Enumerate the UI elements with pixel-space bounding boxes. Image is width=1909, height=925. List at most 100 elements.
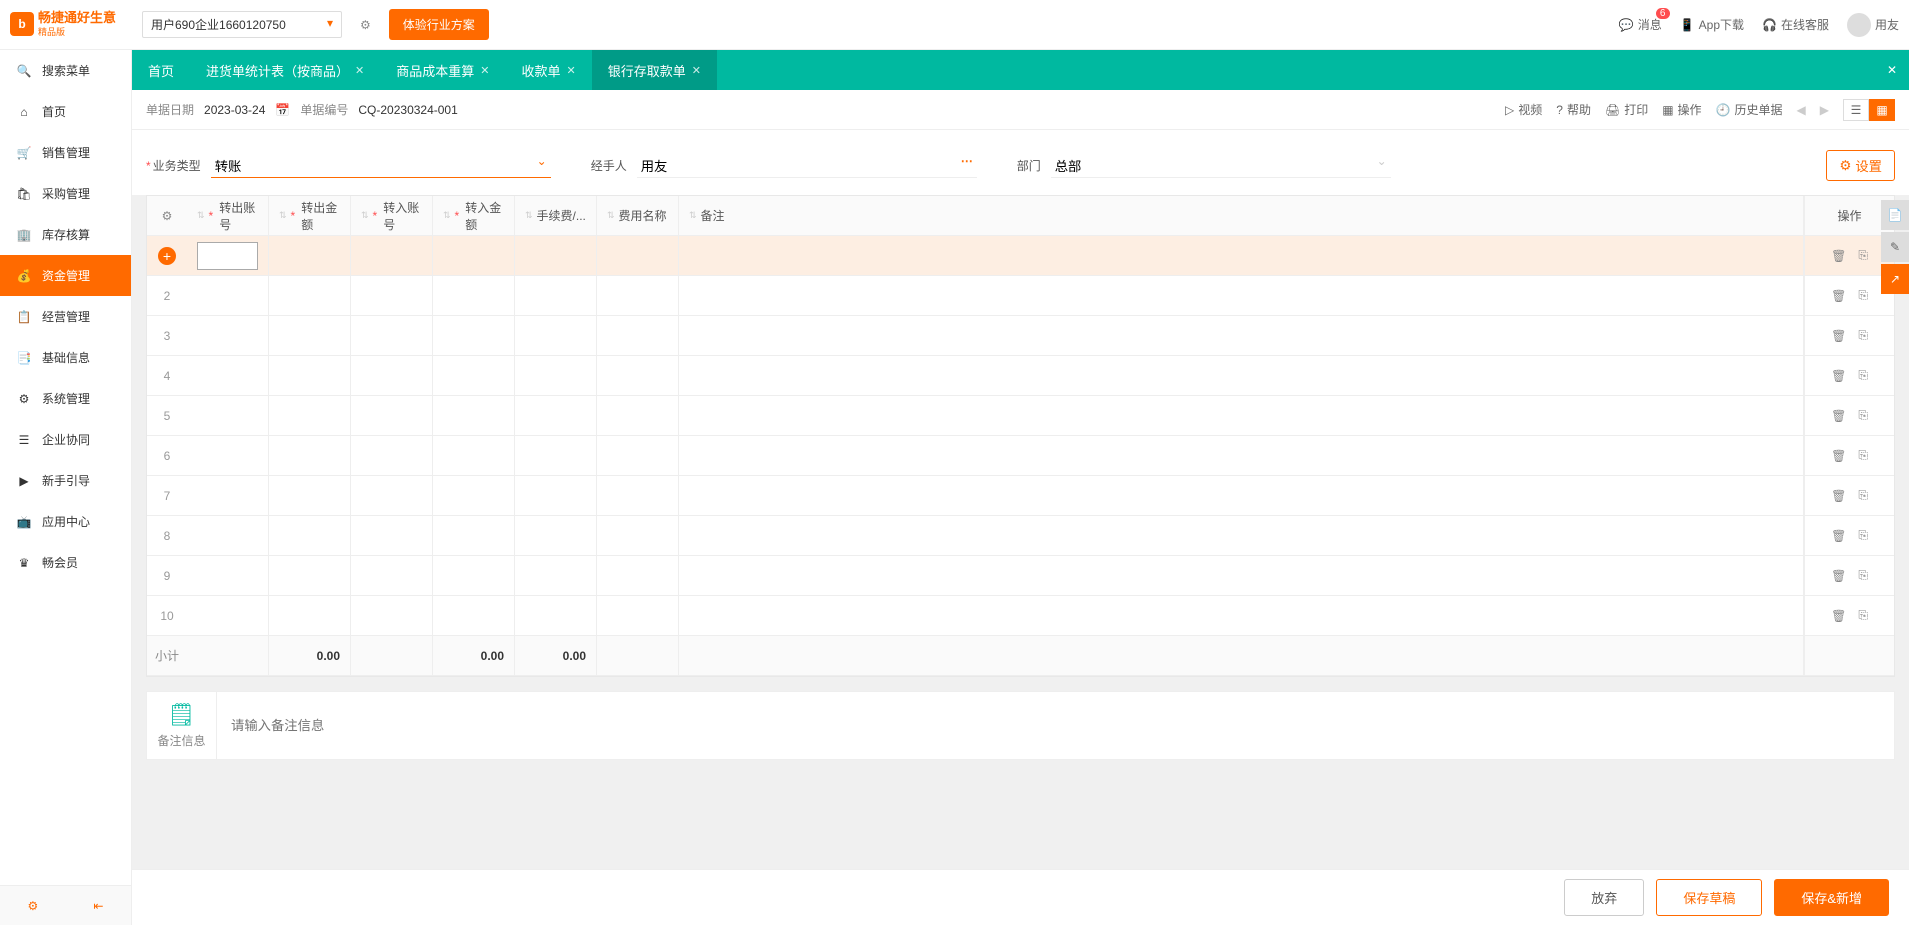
- table-cell[interactable]: [269, 516, 351, 555]
- table-cell[interactable]: [515, 276, 597, 315]
- table-cell[interactable]: [187, 476, 269, 515]
- table-cell[interactable]: [187, 596, 269, 635]
- prev-doc-icon[interactable]: ◀: [1797, 103, 1806, 117]
- table-cell[interactable]: [433, 356, 515, 395]
- table-cell[interactable]: [187, 276, 269, 315]
- table-cell[interactable]: [433, 476, 515, 515]
- rownum-1[interactable]: +: [147, 236, 187, 276]
- table-cell[interactable]: [187, 236, 269, 275]
- table-row[interactable]: [187, 596, 1804, 636]
- column-header-5[interactable]: ⇅费用名称: [597, 196, 679, 235]
- table-cell[interactable]: [187, 396, 269, 435]
- float-item-3[interactable]: ↗: [1881, 264, 1909, 294]
- table-cell[interactable]: [597, 516, 679, 555]
- rownum-5[interactable]: 5: [147, 396, 187, 436]
- video-action[interactable]: ▷视频: [1505, 101, 1542, 118]
- table-row[interactable]: [187, 476, 1804, 516]
- list-view-button[interactable]: ☰: [1843, 99, 1869, 121]
- table-row[interactable]: [187, 436, 1804, 476]
- rownum-2[interactable]: 2: [147, 276, 187, 316]
- table-cell[interactable]: [351, 516, 433, 555]
- table-cell[interactable]: [433, 396, 515, 435]
- table-cell[interactable]: [433, 556, 515, 595]
- table-cell[interactable]: [433, 236, 515, 275]
- table-cell[interactable]: [187, 316, 269, 355]
- table-cell[interactable]: [351, 396, 433, 435]
- remark-input[interactable]: [217, 692, 1894, 759]
- active-cell-input[interactable]: [197, 242, 258, 270]
- table-cell[interactable]: [679, 236, 1804, 275]
- table-row[interactable]: [187, 316, 1804, 356]
- help-action[interactable]: ?帮助: [1556, 101, 1591, 118]
- table-cell[interactable]: [597, 596, 679, 635]
- user-dropdown[interactable]: 用户690企业1660120750: [142, 11, 342, 38]
- table-cell[interactable]: [351, 316, 433, 355]
- table-cell[interactable]: [515, 316, 597, 355]
- table-row[interactable]: [187, 236, 1804, 276]
- history-action[interactable]: 🕘历史单据: [1716, 101, 1783, 118]
- delete-row-icon[interactable]: 🗑: [1831, 249, 1846, 263]
- operate-action[interactable]: ▦操作: [1662, 101, 1701, 118]
- table-cell[interactable]: [679, 476, 1804, 515]
- calendar-icon[interactable]: 📅: [275, 103, 290, 117]
- sidebar-item-12[interactable]: ♛畅会员: [0, 542, 131, 583]
- close-icon[interactable]: ✕: [480, 64, 489, 77]
- sidebar-item-11[interactable]: 📺应用中心: [0, 501, 131, 542]
- tab-4[interactable]: 银行存取款单✕: [592, 50, 717, 90]
- table-cell[interactable]: [679, 436, 1804, 475]
- sidebar-item-0[interactable]: 🔍搜索菜单: [0, 50, 131, 91]
- table-cell[interactable]: [187, 436, 269, 475]
- float-item-2[interactable]: ✎: [1881, 232, 1909, 262]
- table-cell[interactable]: [187, 516, 269, 555]
- table-cell[interactable]: [597, 356, 679, 395]
- close-icon[interactable]: ✕: [355, 64, 364, 77]
- save-new-button[interactable]: 保存&新增: [1774, 879, 1889, 916]
- settings-button[interactable]: ⚙设置: [1826, 150, 1895, 181]
- table-cell[interactable]: [679, 356, 1804, 395]
- table-cell[interactable]: [433, 436, 515, 475]
- table-row[interactable]: [187, 356, 1804, 396]
- copy-row-icon[interactable]: ⎘: [1858, 488, 1868, 503]
- close-icon[interactable]: ✕: [692, 64, 701, 77]
- table-cell[interactable]: [269, 436, 351, 475]
- copy-row-icon[interactable]: ⎘: [1858, 248, 1868, 263]
- table-cell[interactable]: [433, 516, 515, 555]
- copy-row-icon[interactable]: ⎘: [1858, 408, 1868, 423]
- table-cell[interactable]: [269, 236, 351, 275]
- table-cell[interactable]: [515, 236, 597, 275]
- copy-row-icon[interactable]: ⎘: [1858, 568, 1868, 583]
- rownum-10[interactable]: 10: [147, 596, 187, 636]
- table-cell[interactable]: [351, 436, 433, 475]
- grid-view-button[interactable]: ▦: [1869, 99, 1895, 121]
- table-cell[interactable]: [597, 396, 679, 435]
- dept-input[interactable]: [1051, 154, 1391, 178]
- column-header-0[interactable]: ⇅*转出账号: [187, 196, 269, 235]
- table-cell[interactable]: [515, 556, 597, 595]
- logo[interactable]: b 畅捷通好生意 精品版: [10, 11, 132, 38]
- rownum-3[interactable]: 3: [147, 316, 187, 356]
- next-doc-icon[interactable]: ▶: [1820, 103, 1829, 117]
- table-cell[interactable]: [679, 316, 1804, 355]
- table-cell[interactable]: [269, 556, 351, 595]
- table-cell[interactable]: [269, 316, 351, 355]
- table-cell[interactable]: [515, 596, 597, 635]
- table-cell[interactable]: [597, 556, 679, 595]
- sidebar-item-6[interactable]: 📋经营管理: [0, 296, 131, 337]
- tab-2[interactable]: 商品成本重算✕: [380, 50, 505, 90]
- rownum-9[interactable]: 9: [147, 556, 187, 596]
- close-icon[interactable]: ✕: [567, 64, 576, 77]
- table-cell[interactable]: [269, 476, 351, 515]
- table-cell[interactable]: [187, 556, 269, 595]
- table-cell[interactable]: [515, 356, 597, 395]
- table-cell[interactable]: [269, 596, 351, 635]
- sidebar-item-7[interactable]: 📑基础信息: [0, 337, 131, 378]
- close-all-tabs[interactable]: ✕: [1875, 50, 1909, 90]
- table-cell[interactable]: [515, 396, 597, 435]
- delete-row-icon[interactable]: 🗑: [1831, 609, 1846, 623]
- column-header-1[interactable]: ⇅*转出金额: [269, 196, 351, 235]
- copy-row-icon[interactable]: ⎘: [1858, 368, 1868, 383]
- delete-row-icon[interactable]: 🗑: [1831, 409, 1846, 423]
- table-cell[interactable]: [269, 356, 351, 395]
- sidebar-item-5[interactable]: 💰资金管理: [0, 255, 131, 296]
- column-header-2[interactable]: ⇅*转入账号: [351, 196, 433, 235]
